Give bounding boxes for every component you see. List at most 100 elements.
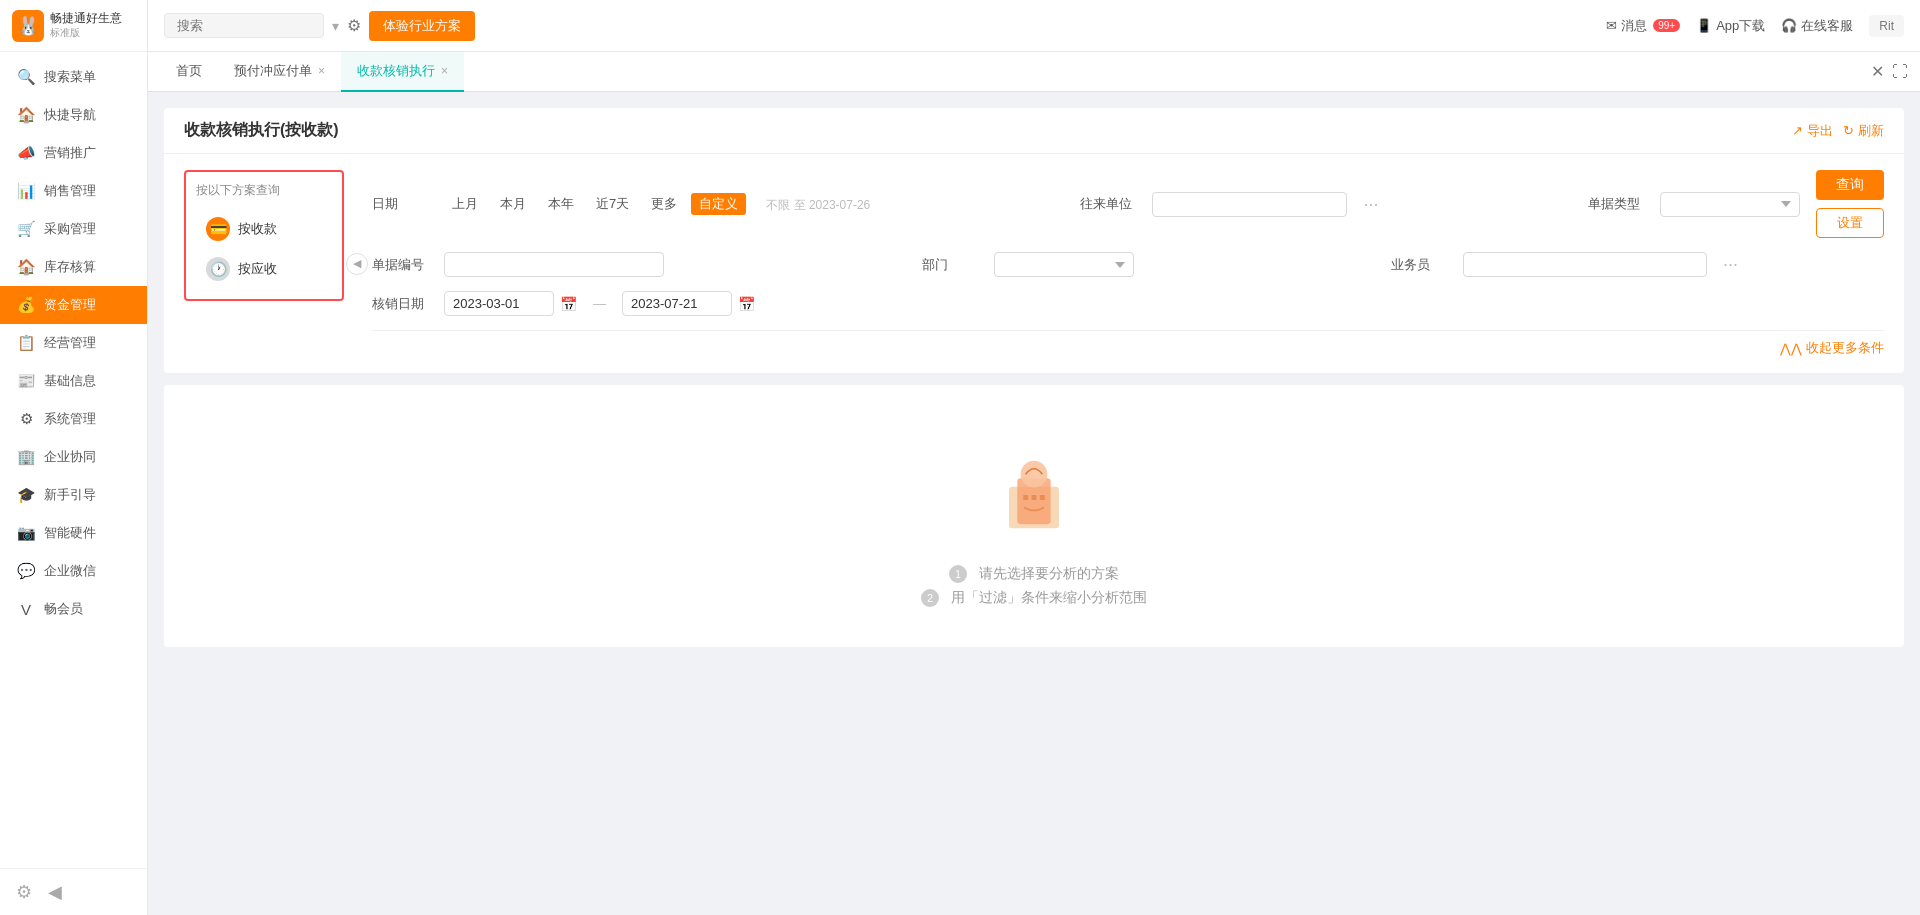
refresh-icon: ↻: [1843, 123, 1854, 138]
sidebar-item-capital[interactable]: 💰资金管理: [0, 286, 147, 324]
messages-button[interactable]: ✉ 消息 99+: [1606, 17, 1680, 35]
settings-icon[interactable]: ⚙: [16, 881, 32, 903]
tab-close-receipt-verify[interactable]: ×: [441, 64, 448, 78]
tabbar: 首页预付冲应付单×收款核销执行× ✕ ⛶: [148, 52, 1920, 92]
filter-by-receipt-item[interactable]: 💳 按收款: [196, 209, 332, 249]
filter-action-buttons: 查询 设置: [1816, 170, 1884, 238]
nav-icon-purchase: 🛒: [16, 220, 36, 238]
nav-icon-hardware: 📷: [16, 524, 36, 542]
tab-label-prepay: 预付冲应付单: [234, 62, 312, 80]
date-hint: 不限 至 2023-07-26: [766, 195, 870, 214]
topbar-left: ▾ ⚙ 体验行业方案: [164, 11, 1594, 41]
verify-date-start-calendar-icon[interactable]: 📅: [560, 296, 577, 312]
topbar-search-input[interactable]: [164, 13, 324, 38]
message-icon: ✉: [1606, 18, 1617, 33]
sidebar-item-basic-info[interactable]: 📰基础信息: [0, 362, 147, 400]
nav-label-wechat: 企业微信: [44, 562, 96, 580]
sidebar-item-marketing[interactable]: 📣营销推广: [0, 134, 147, 172]
filter-by-receivable-item[interactable]: 🕐 按应收: [196, 249, 332, 289]
industry-solution-button[interactable]: 体验行业方案: [369, 11, 475, 41]
doctype-label: 单据类型: [1588, 195, 1644, 213]
topbar-gear-icon[interactable]: ⚙: [347, 16, 361, 35]
more-date-btn[interactable]: 更多: [643, 193, 685, 215]
last-month-btn[interactable]: 上月: [444, 193, 486, 215]
nav-icon-guide: 🎓: [16, 486, 36, 504]
nav-label-system: 系统管理: [44, 410, 96, 428]
logo-text: 畅捷通好生意: [50, 11, 122, 27]
tab-receipt-verify[interactable]: 收款核销执行×: [341, 52, 464, 92]
collapse-filter-button[interactable]: ⋀⋀ 收起更多条件: [1780, 339, 1884, 357]
nav-label-sales: 销售管理: [44, 182, 96, 200]
receivable-icon: 🕐: [206, 257, 230, 281]
close-tab-icon[interactable]: ✕: [1871, 62, 1884, 81]
doctype-select[interactable]: [1660, 192, 1800, 217]
settings-button[interactable]: 设置: [1816, 208, 1884, 238]
export-button[interactable]: ↗ 导出: [1792, 122, 1833, 140]
expand-tab-icon[interactable]: ⛶: [1892, 63, 1908, 81]
counterparty-input[interactable]: [1152, 192, 1348, 217]
hint-2-number: 2: [921, 589, 939, 607]
nav-label-inventory: 库存核算: [44, 258, 96, 276]
date-filter-label: 日期: [372, 195, 428, 213]
sidebar-item-purchase[interactable]: 🛒采购管理: [0, 210, 147, 248]
sidebar-item-wechat[interactable]: 💬企业微信: [0, 552, 147, 590]
filter-row-3: 核销日期 📅 — 📅: [372, 291, 1884, 316]
verify-date-end-input[interactable]: [622, 291, 732, 316]
this-year-btn[interactable]: 本年: [540, 193, 582, 215]
nav-label-guide: 新手引导: [44, 486, 96, 504]
sidebar-nav: 🔍 搜索菜单 🏠快捷导航📣营销推广 📊 销售管理 🛒采购管理🏠库存核算💰资金管理📋经营管理…: [0, 52, 147, 868]
query-button[interactable]: 查询: [1816, 170, 1884, 200]
sidebar-item-guide[interactable]: 🎓 新手引导: [0, 476, 147, 514]
sidebar-item-system[interactable]: ⚙ 系统管理: [0, 400, 147, 438]
sidebar-item-inventory[interactable]: 🏠库存核算: [0, 248, 147, 286]
nav-icon-system: ⚙: [16, 410, 36, 428]
tab-home[interactable]: 首页: [160, 52, 218, 92]
online-service-button[interactable]: 🎧 在线客服: [1781, 17, 1853, 35]
docno-input[interactable]: [444, 252, 664, 277]
messages-badge: 99+: [1653, 19, 1680, 32]
sidebar-item-operation[interactable]: 📋经营管理: [0, 324, 147, 362]
app-download-button[interactable]: 📱 App下载: [1696, 17, 1765, 35]
date-range-separator: —: [593, 296, 606, 311]
sidebar-item-vip[interactable]: V畅会员: [0, 590, 147, 628]
sidebar-item-hardware[interactable]: 📷 智能硬件: [0, 514, 147, 552]
nav-icon-basic-info: 📰: [16, 372, 36, 390]
hint-1-number: 1: [949, 565, 967, 583]
svg-rect-5: [1040, 495, 1045, 500]
tab-close-prepay[interactable]: ×: [318, 64, 325, 78]
department-select[interactable]: [994, 252, 1134, 277]
left-panel-collapse-icon[interactable]: ◀: [346, 253, 368, 275]
topbar-dropdown-icon[interactable]: ▾: [332, 18, 339, 34]
nav-icon-search-menu: 🔍: [16, 68, 36, 86]
this-month-btn[interactable]: 本月: [492, 193, 534, 215]
nav-label-search-menu: 搜索菜单: [44, 68, 96, 86]
verify-date-start-input[interactable]: [444, 291, 554, 316]
tab-controls: ✕ ⛶: [1871, 62, 1908, 81]
staff-more-icon[interactable]: ···: [1723, 254, 1738, 275]
topbar: ▾ ⚙ 体验行业方案 ✉ 消息 99+ 📱 App下载 🎧 在线客服 Rit: [148, 0, 1920, 52]
tab-prepay[interactable]: 预付冲应付单 ×: [218, 52, 341, 92]
sidebar-item-search-menu[interactable]: 🔍 搜索菜单: [0, 58, 147, 96]
nav-label-cooperation: 企业协同: [44, 448, 96, 466]
sidebar-item-quick-nav[interactable]: 🏠快捷导航: [0, 96, 147, 134]
nav-icon-operation: 📋: [16, 334, 36, 352]
last-7days-btn[interactable]: 近7天: [588, 193, 637, 215]
department-label: 部门: [922, 256, 978, 274]
verify-date-end-calendar-icon[interactable]: 📅: [738, 296, 755, 312]
nav-label-hardware: 智能硬件: [44, 524, 96, 542]
sidebar-item-cooperation[interactable]: 🏢企业协同: [0, 438, 147, 476]
custom-date-btn[interactable]: 自定义: [691, 193, 746, 215]
staff-input[interactable]: [1463, 252, 1707, 277]
refresh-button[interactable]: ↻ 刷新: [1843, 122, 1884, 140]
collapse-sidebar-icon[interactable]: ◀: [48, 881, 62, 903]
counterparty-more-icon[interactable]: ···: [1363, 194, 1378, 215]
content-area: 收款核销执行(按收款) ↗ 导出 ↻ 刷新 按以下方案查询: [148, 92, 1920, 915]
user-profile[interactable]: Rit: [1869, 15, 1904, 37]
sidebar-item-sales[interactable]: 📊 销售管理: [0, 172, 147, 210]
filter-row-1: 日期 上月 本月 本年 近7天 更多 自定义 不限 至 2023-07-26: [372, 170, 1884, 238]
empty-hint-1: 1 请先选择要分析的方案: [949, 565, 1119, 583]
export-icon: ↗: [1792, 123, 1803, 138]
nav-icon-capital: 💰: [16, 296, 36, 314]
nav-icon-sales: 📊: [16, 182, 36, 200]
docno-label: 单据编号: [372, 256, 428, 274]
